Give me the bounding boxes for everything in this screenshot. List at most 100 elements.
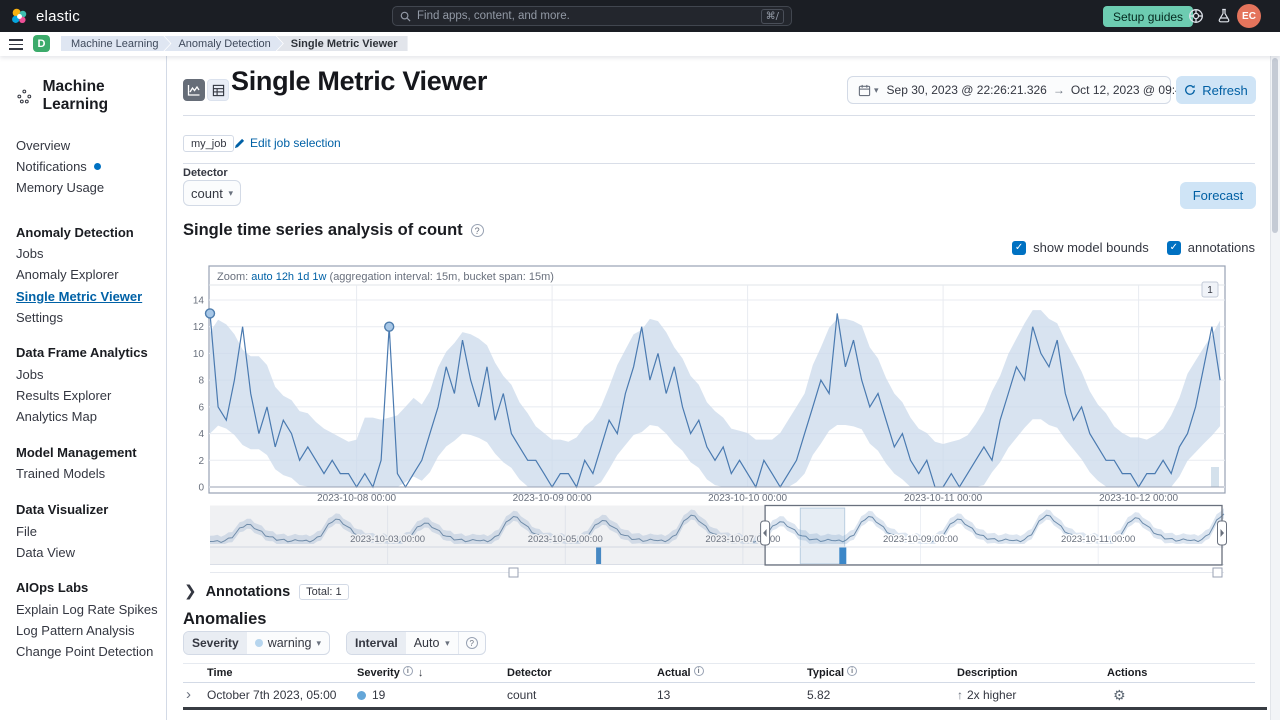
annotations-toggle[interactable]: ❯ Annotations Total: 1 <box>184 584 349 600</box>
info-icon: i <box>693 666 704 676</box>
search-placeholder: Find apps, content, and more. <box>417 10 570 22</box>
table-header-actions: Actions <box>1107 667 1148 679</box>
chart-svg: Zoom: auto 12h 1d 1w (aggregation interv… <box>193 265 1227 578</box>
row-expand-icon[interactable]: › <box>183 687 207 702</box>
global-search-input[interactable]: Find apps, content, and more. ⌘/ <box>392 6 792 26</box>
chart-view-toggle[interactable] <box>183 79 205 101</box>
sidebar-item-trained-models[interactable]: Trained Models <box>16 464 158 485</box>
time-slider-handle[interactable] <box>1212 567 1223 578</box>
detector-label: Detector <box>183 167 228 179</box>
table-header-typical: Typical i <box>807 666 957 679</box>
annotations-checkbox[interactable]: ✓ annotations <box>1166 240 1255 255</box>
table-view-toggle[interactable] <box>207 79 229 101</box>
machine-learning-app-icon <box>17 89 32 103</box>
brush-handle-left[interactable] <box>760 520 771 546</box>
cell-actual: 13 <box>657 688 671 702</box>
svg-text:6: 6 <box>198 402 204 413</box>
breadcrumb: Machine Learning Anomaly Detection Single … <box>61 36 408 51</box>
search-shortcut-hint: ⌘/ <box>760 8 784 24</box>
sidebar-item-jobs[interactable]: Jobs <box>16 364 158 385</box>
checkbox-checked-icon: ✓ <box>1012 240 1027 255</box>
date-range-start[interactable]: Sep 30, 2023 @ 22:26:21.326 <box>887 83 1047 97</box>
labs-flask-icon[interactable] <box>1216 8 1232 24</box>
menu-hamburger-icon[interactable] <box>9 39 23 50</box>
svg-text:2023-10-09 00:00: 2023-10-09 00:00 <box>513 493 592 504</box>
table-header-actual: Actual i <box>657 666 807 679</box>
pencil-icon <box>234 138 245 148</box>
table-header-time: Time <box>207 667 233 679</box>
severity-filter[interactable]: Severity warning ▾ <box>183 631 331 655</box>
sidebar-item-notifications[interactable]: Notifications <box>16 156 158 177</box>
sidebar-item-data-view[interactable]: Data View <box>16 542 158 563</box>
sidebar-title: Machine Learning <box>42 78 109 113</box>
sidebar-item-log-pattern-analysis[interactable]: Log Pattern Analysis <box>16 621 158 642</box>
show-model-bounds-checkbox[interactable]: ✓ show model bounds <box>1012 240 1149 255</box>
table-header-severity[interactable]: Severity i ↓ <box>357 666 507 679</box>
anomalies-heading: Anomalies <box>183 610 267 628</box>
sidebar-item-memory-usage[interactable]: Memory Usage <box>16 177 158 198</box>
sidebar-item-overview[interactable]: Overview <box>16 135 158 156</box>
detector-select[interactable]: count ▾ <box>183 180 241 206</box>
sidebar-group-label: Data Visualizer <box>16 502 109 518</box>
sidebar-item-change-point-detection[interactable]: Change Point Detection <box>16 642 158 663</box>
checkbox-checked-icon: ✓ <box>1166 240 1181 255</box>
svg-text:14: 14 <box>193 296 205 307</box>
svg-text:10: 10 <box>193 349 205 360</box>
cell-time: October 7th 2023, 05:00 <box>207 688 337 702</box>
row-actions-gear-icon[interactable]: ⚙ <box>1107 687 1255 704</box>
sidebar-item-anomaly-explorer[interactable]: Anomaly Explorer <box>16 265 158 286</box>
info-icon: i <box>402 666 413 676</box>
sidebar-item-jobs[interactable]: Jobs <box>16 244 158 265</box>
anomalies-table: Time Severity i ↓ Detector Actual i Typical i Des… <box>183 663 1255 707</box>
brush-handle-right[interactable] <box>1217 520 1227 546</box>
single-metric-viewer-page: elastic Find apps, content, and more. ⌘/… <box>0 0 1280 720</box>
chevron-right-icon: ❯ <box>184 583 197 600</box>
svg-text:2023-10-12 00:00: 2023-10-12 00:00 <box>1099 493 1178 504</box>
breadcrumb-item[interactable]: Anomaly Detection <box>164 36 282 51</box>
series-help-icon[interactable]: ? <box>470 224 484 237</box>
svg-text:2023-10-11 00:00: 2023-10-11 00:00 <box>1061 534 1135 545</box>
elastic-logo-icon <box>12 8 27 23</box>
help-icon[interactable] <box>1188 8 1204 24</box>
space-badge[interactable]: D <box>33 35 50 52</box>
zoom-controls[interactable]: Zoom: auto 12h 1d 1w (aggregation interv… <box>217 271 554 283</box>
edit-job-selection-link[interactable]: Edit job selection <box>234 136 341 150</box>
context-annotation-band[interactable] <box>799 507 846 565</box>
table-header-description: Description <box>957 667 1018 679</box>
refresh-button[interactable]: Refresh <box>1176 76 1256 104</box>
annotations-total-badge: Total: 1 <box>299 584 349 600</box>
sidebar-item-settings[interactable]: Settings <box>16 307 158 328</box>
svg-text:2023-10-08 00:00: 2023-10-08 00:00 <box>317 493 396 504</box>
sidebar: Machine Learning Overview Notifications Me… <box>0 56 167 720</box>
bottom-divider <box>183 707 1267 710</box>
refresh-icon <box>1185 85 1196 95</box>
svg-text:4: 4 <box>198 429 204 440</box>
series-heading: Single time series analysis of count ? <box>183 221 484 240</box>
date-range-picker[interactable]: ▾ Sep 30, 2023 @ 22:26:21.326 → Oct 12, … <box>847 76 1228 104</box>
user-avatar[interactable]: EC <box>1237 4 1261 28</box>
breadcrumb-item[interactable]: Machine Learning <box>61 36 170 51</box>
sidebar-item-file[interactable]: File <box>16 521 158 542</box>
sidebar-item-analytics-map[interactable]: Analytics Map <box>16 407 158 428</box>
annotation-badge[interactable]: 1 <box>1201 281 1219 298</box>
svg-text:2023-10-09 00:00: 2023-10-09 00:00 <box>883 534 958 545</box>
elastic-logo[interactable]: elastic <box>10 0 80 32</box>
interval-filter[interactable]: Interval Auto ▾ ? <box>346 631 486 655</box>
interval-help-icon[interactable]: ? <box>465 637 478 649</box>
page-scrollbar-thumb[interactable] <box>1272 58 1278 233</box>
calendar-icon[interactable]: ▾ <box>848 84 887 97</box>
setup-guides-button[interactable]: Setup guides <box>1103 6 1194 27</box>
forecast-button[interactable]: Forecast <box>1180 182 1256 209</box>
time-series-chart[interactable]: Zoom: auto 12h 1d 1w (aggregation interv… <box>183 262 1229 580</box>
anomalies-controls: Severity warning ▾ Interval Auto ▾ ? <box>183 631 486 655</box>
sidebar-group-label: AIOps Labs <box>16 580 89 596</box>
time-slider-handle[interactable] <box>508 567 519 578</box>
cell-description: ↑ 2x higher <box>957 688 1017 702</box>
sidebar-item-explain-log-rate-spikes[interactable]: Explain Log Rate Spikes <box>16 599 158 620</box>
swimlane-anomaly-cell[interactable] <box>839 547 847 565</box>
top-navigation-bar: elastic Find apps, content, and more. ⌘/… <box>0 0 1280 32</box>
svg-text:2: 2 <box>198 456 204 467</box>
sidebar-item-results-explorer[interactable]: Results Explorer <box>16 386 158 407</box>
search-icon <box>400 11 411 22</box>
sidebar-item-single-metric-viewer[interactable]: Single Metric Viewer <box>16 286 158 307</box>
